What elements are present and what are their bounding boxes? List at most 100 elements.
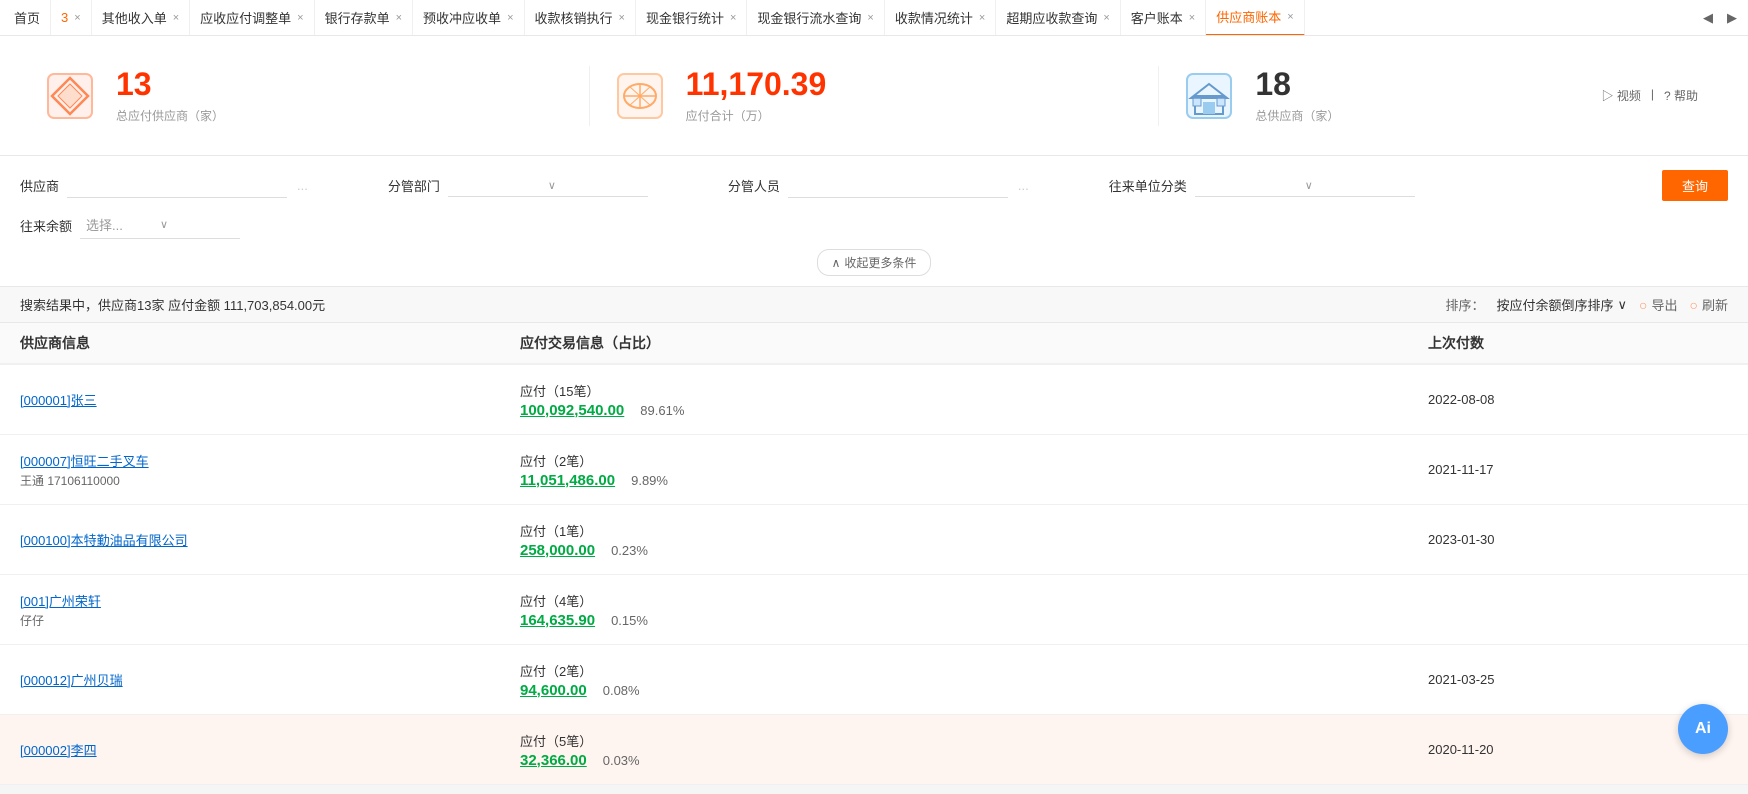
payable-row-0: 100,092,540.00 89.61% — [520, 402, 1428, 419]
nav-item-cash-bank-query[interactable]: 现金银行流水查询 × — [747, 0, 884, 36]
supplier-link-2[interactable]: [000100]本特勤油品有限公司 — [20, 530, 520, 549]
last-payment-4: 2021-03-25 — [1428, 672, 1495, 687]
transaction-cell-0: 应付（15笔） 100,092,540.00 89.61% — [520, 381, 1428, 419]
total-suppliers-value: 18 — [1255, 67, 1339, 102]
transaction-cell-2: 应付（1笔） 258,000.00 0.23% — [520, 521, 1428, 559]
nav-close-supplier-account[interactable]: × — [1287, 11, 1293, 23]
nav-close-customer-account[interactable]: × — [1189, 12, 1195, 24]
total-payable-suppliers-label: 总应付供应商（家） — [116, 107, 224, 124]
last-payment-1: 2021-11-17 — [1428, 462, 1494, 477]
total-payable-suppliers-value: 13 — [116, 67, 224, 102]
nav-close-advance-collect[interactable]: × — [507, 12, 513, 24]
nav-item-collect-stat[interactable]: 收款情况统计 × — [885, 0, 996, 36]
payable-percent-3: 0.15% — [611, 613, 648, 628]
nav-item-customer-account[interactable]: 客户账本 × — [1121, 0, 1206, 36]
total-amount-value: 11,170.39 — [686, 67, 827, 102]
collapse-button[interactable]: ∧ 收起更多条件 — [817, 249, 932, 276]
payable-amount-1[interactable]: 11,051,486.00 — [520, 472, 615, 489]
person-label: 分管人员 — [728, 176, 780, 195]
refresh-icon: ○ — [1690, 297, 1698, 313]
nav-next-arrow[interactable]: ▶ — [1720, 0, 1744, 36]
person-dots: ... — [1018, 178, 1029, 193]
search-button[interactable]: 查询 — [1662, 170, 1728, 201]
total-amount-label: 应付合计（万） — [686, 107, 827, 124]
nav-close-overdue-query[interactable]: × — [1103, 12, 1109, 24]
sort-select[interactable]: 按应付余额倒序排序 ∨ — [1497, 295, 1628, 314]
supplier-link-0[interactable]: [000001]张三 — [20, 390, 520, 409]
supplier-cell-2: [000100]本特勤油品有限公司 — [20, 530, 520, 549]
department-select[interactable]: ∨ — [448, 175, 648, 197]
help-link[interactable]: ? 帮助 — [1664, 87, 1698, 104]
store-icon — [1179, 66, 1239, 126]
nav-item-bank-deposit[interactable]: 银行存款单 × — [315, 0, 413, 36]
supplier-link-4[interactable]: [000012]广州贝瑞 — [20, 670, 520, 689]
payable-amount-4[interactable]: 94,600.00 — [520, 682, 587, 699]
supplier-link-5[interactable]: [000002]李四 — [20, 740, 520, 759]
nav-close-collect-verify[interactable]: × — [619, 12, 625, 24]
total-suppliers-label: 总供应商（家） — [1255, 107, 1339, 124]
payable-label-5: 应付（5笔） — [520, 731, 1428, 750]
payable-percent-4: 0.08% — [603, 683, 640, 698]
filter-person: 分管人员 ... — [728, 174, 1029, 198]
summary-card-suppliers: 13 总应付供应商（家） — [20, 66, 590, 126]
export-button[interactable]: ○ 导出 — [1639, 295, 1677, 314]
nav-item-overdue-query[interactable]: 超期应收款查询 × — [996, 0, 1120, 36]
payable-label-3: 应付（4笔） — [520, 591, 1428, 610]
payable-row-1: 11,051,486.00 9.89% — [520, 472, 1428, 489]
nav-item-3[interactable]: 3 × — [51, 0, 92, 36]
supplier-link-1[interactable]: [000007]恒旺二手叉车 — [20, 451, 520, 470]
nav-prev-arrow[interactable]: ◀ — [1696, 0, 1720, 36]
nav-item-collect-verify[interactable]: 收款核销执行 × — [525, 0, 636, 36]
sort-arrow: ∨ — [1618, 297, 1628, 313]
nav-item-advance-collect[interactable]: 预收冲应收单 × — [413, 0, 524, 36]
nav-item-other-income[interactable]: 其他收入单 × — [92, 0, 190, 36]
nav-close-3[interactable]: × — [74, 12, 80, 24]
refresh-button[interactable]: ○ 刷新 — [1690, 295, 1728, 314]
category-arrow: ∨ — [1305, 179, 1409, 192]
nav-item-cash-bank-stat[interactable]: 现金银行统计 × — [636, 0, 747, 36]
payable-amount-2[interactable]: 258,000.00 — [520, 542, 595, 559]
payable-label-2: 应付（1笔） — [520, 521, 1428, 540]
nav-close-bank-deposit[interactable]: × — [396, 12, 402, 24]
payable-amount-0[interactable]: 100,092,540.00 — [520, 402, 624, 419]
last-payment-cell-0: 2022-08-08 — [1428, 392, 1728, 407]
nav-close-cash-bank-stat[interactable]: × — [730, 12, 736, 24]
nav-close-other-income[interactable]: × — [173, 12, 179, 24]
nav-item-supplier-account[interactable]: 供应商账本 × — [1206, 0, 1304, 36]
category-select[interactable]: ∨ — [1195, 175, 1415, 197]
sort-value: 按应付余额倒序排序 — [1497, 295, 1614, 314]
last-payment-5: 2020-11-20 — [1428, 742, 1494, 757]
nav-close-cash-bank-query[interactable]: × — [867, 12, 873, 24]
ai-button[interactable]: Ai — [1678, 704, 1728, 754]
payable-percent-2: 0.23% — [611, 543, 648, 558]
nav-close-collect-stat[interactable]: × — [979, 12, 985, 24]
nav-item-payable-adjust[interactable]: 应收应付调整单 × — [190, 0, 314, 36]
payable-amount-5[interactable]: 32,366.00 — [520, 752, 587, 769]
table-row: [000002]李四 应付（5笔） 32,366.00 0.03% 2020-1… — [0, 715, 1748, 785]
nav-close-payable-adjust[interactable]: × — [297, 12, 303, 24]
results-actions: 排序： 按应付余额倒序排序 ∨ ○ 导出 ○ 刷新 — [1445, 295, 1728, 314]
filter-row-2: 往来余额 选择... ∨ — [20, 211, 1728, 239]
supplier-dots: ... — [297, 178, 308, 193]
filter-supplier: 供应商 ... — [20, 174, 308, 198]
table-section: 供应商信息 应付交易信息（占比） 上次付数 [000001]张三 应付（15笔）… — [0, 323, 1748, 785]
person-input[interactable] — [788, 174, 1008, 198]
supplier-cell-4: [000012]广州贝瑞 — [20, 670, 520, 689]
results-summary: 搜索结果中，供应商13家 应付金额 111,703,854.00元 — [20, 295, 325, 314]
payable-amount-3[interactable]: 164,635.90 — [520, 612, 595, 629]
supplier-link-3[interactable]: [001]广州荣轩 — [20, 591, 520, 610]
filter-balance: 往来余额 选择... ∨ — [20, 211, 240, 239]
supplier-cell-1: [000007]恒旺二手叉车 王通 17106110000 — [20, 451, 520, 489]
nav-item-home[interactable]: 首页 — [4, 0, 51, 36]
filter-department: 分管部门 ∨ — [388, 175, 648, 197]
balance-select[interactable]: 选择... ∨ — [80, 211, 240, 239]
supplier-input[interactable] — [67, 174, 287, 198]
summary-card3-content: 18 总供应商（家） — [1255, 67, 1339, 123]
table-row: [001]广州荣轩 仔仔 应付（4笔） 164,635.90 0.15% — [0, 575, 1748, 645]
summary-card1-content: 13 总应付供应商（家） — [116, 67, 224, 123]
nav-arrows: ◀ ▶ — [1696, 0, 1744, 36]
transaction-cell-1: 应付（2笔） 11,051,486.00 9.89% — [520, 451, 1428, 489]
export-icon: ○ — [1639, 297, 1647, 313]
category-label: 往来单位分类 — [1109, 176, 1187, 195]
video-link[interactable]: ▷ 视频 — [1601, 87, 1640, 104]
